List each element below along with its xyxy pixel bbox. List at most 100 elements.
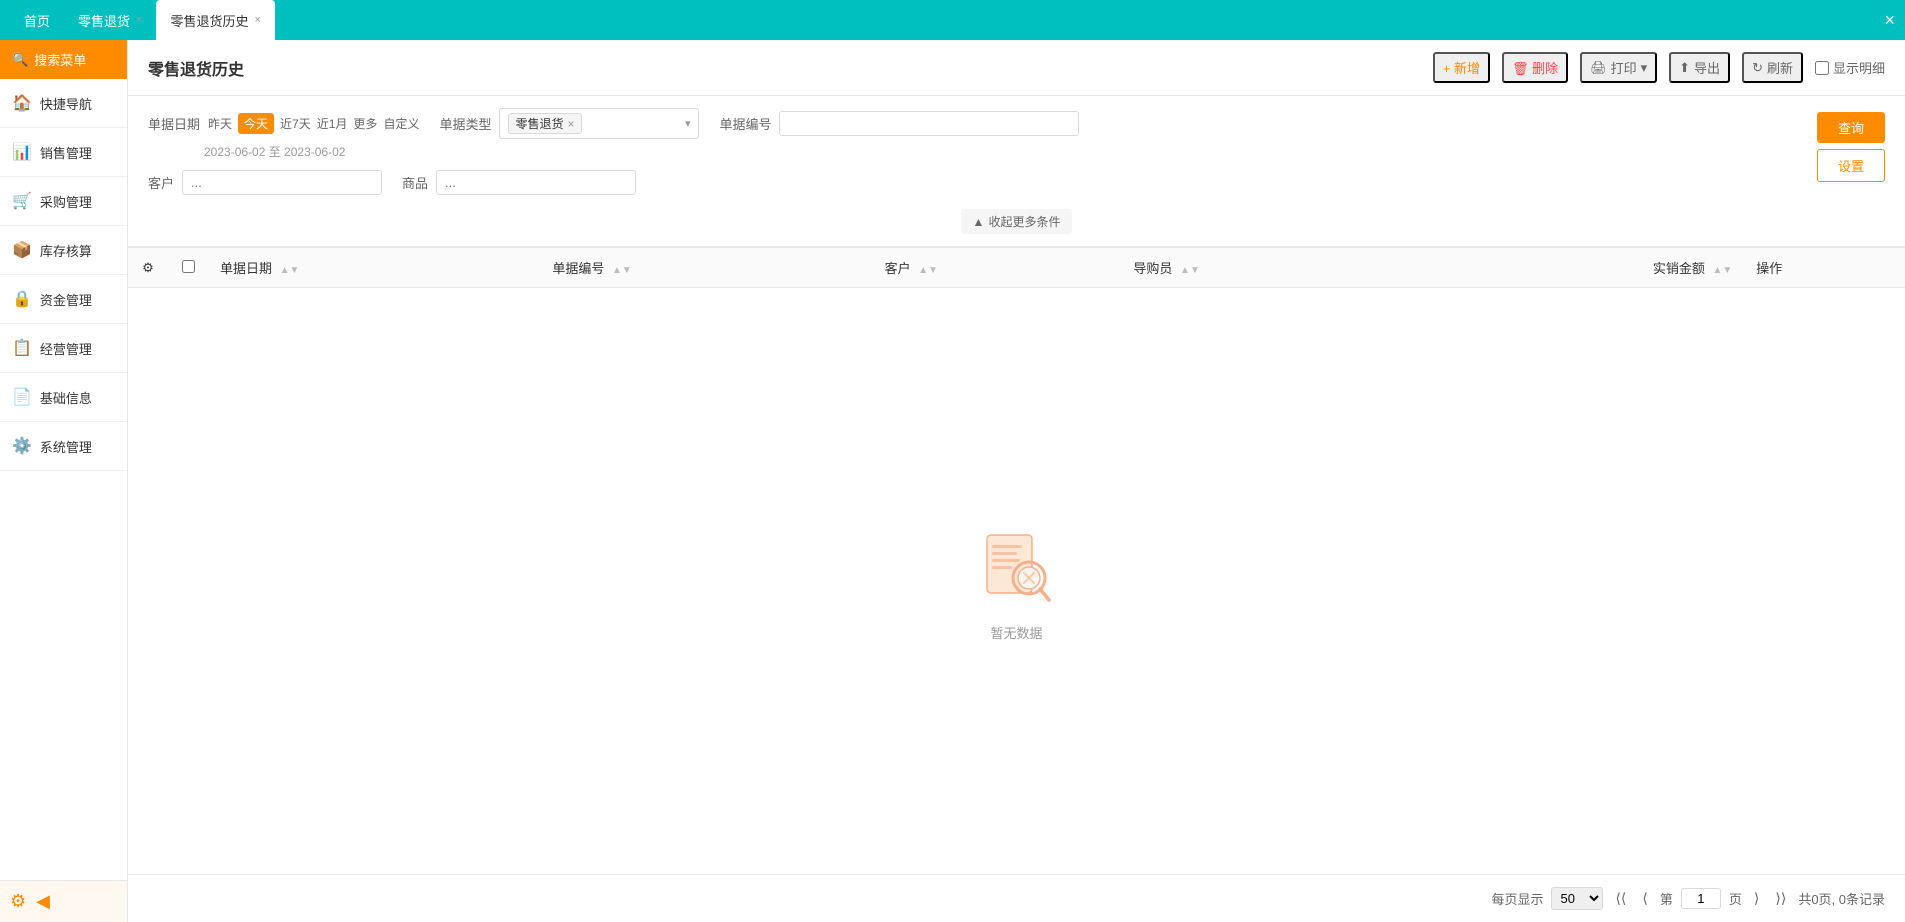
sidebar-item-basic-info[interactable]: 📄 基础信息: [0, 373, 127, 422]
main-layout: 🔍 搜索菜单 🏠 快捷导航 📊 销售管理 🛒 采购管理 📦 库存核算 🔒 资金管…: [0, 40, 1905, 922]
prev-page-button[interactable]: ⟨: [1638, 888, 1651, 909]
sidebar-item-label: 库存核算: [40, 241, 92, 260]
filter-order-item: 单据编号: [719, 111, 1079, 136]
sidebar-item-label: 销售管理: [40, 143, 92, 162]
show-detail-checkbox[interactable]: [1815, 61, 1829, 75]
sidebar-item-label: 快捷导航: [40, 94, 92, 113]
th-guide-label: 导购员: [1133, 261, 1172, 276]
goods-input[interactable]: [436, 170, 636, 195]
filter-type-item: 单据类型 零售退货 × ▾: [439, 108, 699, 139]
tab-retail-return[interactable]: 零售退货 ×: [64, 0, 156, 40]
th-date-label: 单据日期: [220, 261, 272, 276]
table-settings-icon[interactable]: ⚙: [142, 260, 154, 275]
type-tag-close[interactable]: ×: [567, 117, 574, 131]
inventory-icon: 📦: [12, 240, 32, 260]
filter-date-item: 单据日期 昨天 今天 近7天 近1月 更多 自定义: [148, 113, 419, 134]
page-header: 零售退货历史 + 新增 🗑 删除 🖨 打印 ▾ ⬆ 导出 ↻ 刷新: [128, 40, 1905, 96]
date-shortcuts: 昨天 今天 近7天 近1月 更多 自定义: [208, 113, 419, 134]
tab-retail-return-close[interactable]: ×: [136, 14, 142, 26]
add-button[interactable]: + 新增: [1433, 52, 1490, 83]
export-icon: ⬆: [1679, 60, 1690, 76]
date-shortcut-more[interactable]: 更多: [353, 115, 377, 132]
sidebar-item-label: 基础信息: [40, 388, 92, 407]
page-label-before: 第: [1660, 889, 1673, 908]
sidebar-item-purchase[interactable]: 🛒 采购管理: [0, 177, 127, 226]
last-page-button[interactable]: ⟩⟩: [1771, 888, 1790, 909]
search-icon: 🔍: [12, 52, 28, 68]
th-amount[interactable]: 实销金额 ▲▼: [1412, 248, 1744, 288]
order-no-input[interactable]: [779, 111, 1079, 136]
per-page-label: 每页显示: [1491, 889, 1543, 908]
type-select[interactable]: 零售退货 × ▾: [499, 108, 699, 139]
sidebar-item-quick-nav[interactable]: 🏠 快捷导航: [0, 79, 127, 128]
refresh-button[interactable]: ↻ 刷新: [1742, 52, 1803, 83]
print-arrow-icon: ▾: [1641, 60, 1648, 76]
collapse-label: 收起更多条件: [988, 213, 1060, 230]
export-label: 导出: [1694, 58, 1720, 77]
th-guide[interactable]: 导购员 ▲▼: [1121, 248, 1412, 288]
window-close-icon[interactable]: ×: [1884, 10, 1895, 31]
tab-retail-return-history[interactable]: 零售退货历史 ×: [156, 0, 274, 40]
date-range-display: 2023-06-02 至 2023-06-02: [204, 145, 345, 159]
tab-home[interactable]: 首页: [10, 0, 64, 40]
th-customer-label: 客户: [885, 261, 911, 276]
page-title: 零售退货历史: [148, 56, 244, 80]
per-page-select[interactable]: 50 10 20 100: [1551, 887, 1603, 910]
next-page-button[interactable]: ⟩: [1750, 888, 1763, 909]
sort-guide-icon: ▲▼: [1180, 266, 1200, 276]
th-checkbox[interactable]: [168, 248, 208, 288]
sidebar-item-inventory[interactable]: 📦 库存核算: [0, 226, 127, 275]
delete-button[interactable]: 🗑 删除: [1502, 52, 1568, 83]
page-number-input[interactable]: [1681, 888, 1721, 909]
customer-input[interactable]: [182, 170, 382, 195]
sort-customer-icon: ▲▼: [918, 266, 938, 276]
date-shortcut-yesterday[interactable]: 昨天: [208, 115, 232, 132]
collapse-arrow-icon: ▲: [973, 215, 985, 229]
type-tag-text: 零售退货: [515, 115, 563, 132]
sidebar-item-sales[interactable]: 📊 销售管理: [0, 128, 127, 177]
print-label: 打印: [1611, 58, 1637, 77]
purchase-icon: 🛒: [12, 191, 32, 211]
data-table: ⚙ 单据日期 ▲▼ 单据编号 ▲▼: [128, 247, 1905, 288]
th-order-no-label: 单据编号: [552, 261, 604, 276]
sidebar-item-operations[interactable]: 📋 经营管理: [0, 324, 127, 373]
total-label: 共0页, 0条记录: [1798, 889, 1885, 908]
filter-settings-button[interactable]: 设置: [1817, 149, 1885, 182]
print-icon: 🖨: [1590, 60, 1607, 76]
select-all-checkbox[interactable]: [182, 260, 195, 273]
th-order-no[interactable]: 单据编号 ▲▼: [540, 248, 872, 288]
sidebar-item-label: 系统管理: [40, 437, 92, 456]
sidebar-item-finance[interactable]: 🔒 资金管理: [0, 275, 127, 324]
th-date[interactable]: 单据日期 ▲▼: [208, 248, 540, 288]
date-shortcut-7days[interactable]: 近7天: [280, 115, 311, 132]
settings-bottom-icon[interactable]: ⚙: [10, 891, 26, 912]
sort-amount-icon: ▲▼: [1712, 266, 1732, 276]
sidebar-item-label: 资金管理: [40, 290, 92, 309]
export-button[interactable]: ⬆ 导出: [1669, 52, 1730, 83]
tab-home-label: 首页: [24, 11, 50, 30]
date-shortcut-1month[interactable]: 近1月: [317, 115, 348, 132]
show-detail-label[interactable]: 显示明细: [1815, 58, 1885, 77]
sidebar-bottom: ⚙ ◀: [0, 880, 127, 922]
sidebar-item-system[interactable]: ⚙️ 系统管理: [0, 422, 127, 471]
tab-retail-return-history-close[interactable]: ×: [254, 14, 260, 26]
type-select-arrow: ▾: [685, 117, 691, 130]
pagination: 每页显示 50 10 20 100 ⟨⟨ ⟨ 第 页 ⟩ ⟩⟩ 共0页, 0条记…: [128, 874, 1905, 922]
first-page-button[interactable]: ⟨⟨: [1611, 888, 1630, 909]
customer-filter-label: 客户: [148, 173, 174, 192]
collapse-sidebar-icon[interactable]: ◀: [36, 891, 50, 912]
print-button[interactable]: 🖨 打印 ▾: [1580, 52, 1657, 83]
sidebar-search[interactable]: 🔍 搜索菜单: [0, 40, 127, 79]
filter-customer-item: 客户: [148, 170, 382, 195]
date-shortcut-custom[interactable]: 自定义: [383, 115, 419, 132]
th-settings: ⚙: [128, 248, 168, 288]
collapse-filter-button[interactable]: ▲ 收起更多条件: [961, 209, 1073, 234]
table-header-row: ⚙ 单据日期 ▲▼ 单据编号 ▲▼: [128, 248, 1905, 288]
content-area: 零售退货历史 + 新增 🗑 删除 🖨 打印 ▾ ⬆ 导出 ↻ 刷新: [128, 40, 1905, 922]
query-button[interactable]: 查询: [1817, 112, 1885, 143]
sort-order-icon: ▲▼: [612, 266, 632, 276]
th-amount-label: 实销金额: [1653, 261, 1705, 276]
th-customer[interactable]: 客户 ▲▼: [873, 248, 1122, 288]
tab-retail-return-history-label: 零售退货历史: [170, 11, 248, 30]
date-shortcut-today[interactable]: 今天: [238, 113, 274, 134]
